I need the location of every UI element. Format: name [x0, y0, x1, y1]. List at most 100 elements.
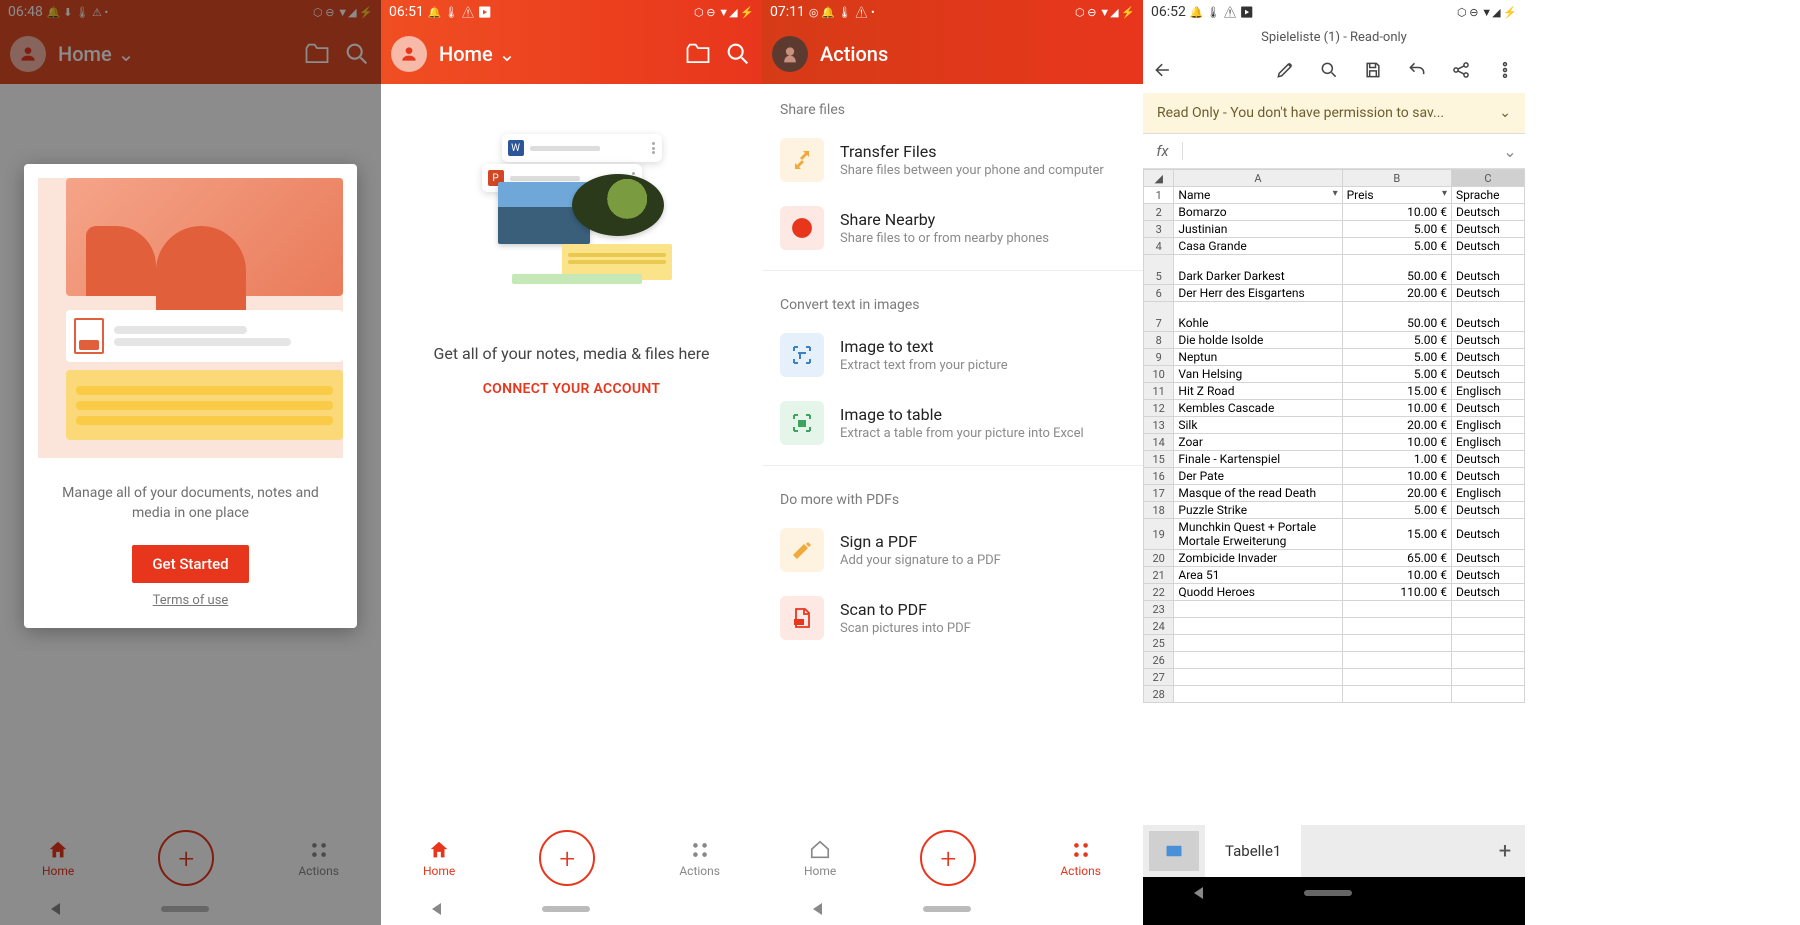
status-bar: 07:11◎ 🔔 🌡 ⚠ • ⬡ ⊖ ▼◢ ⚡	[762, 0, 1143, 24]
add-sheet-button[interactable]: +	[1485, 839, 1525, 864]
action-transfer-files[interactable]: Transfer FilesShare files between your p…	[762, 126, 1143, 194]
fab-create[interactable]: +	[539, 830, 595, 886]
more-icon[interactable]	[1495, 60, 1515, 84]
table-row[interactable]: 26	[1144, 652, 1525, 669]
table-row[interactable]: 19Munchkin Quest + Portale Mortale Erwei…	[1144, 519, 1525, 550]
sheet-view-icon[interactable]	[1149, 831, 1199, 871]
chevron-down-icon: ⌄	[1499, 105, 1511, 121]
table-row[interactable]: 9Neptun5.00 €Deutsch	[1144, 349, 1525, 366]
section-pdf: Do more with PDFs	[762, 474, 1143, 516]
image-table-icon	[780, 401, 824, 445]
table-row[interactable]: 16Der Pate10.00 €Deutsch	[1144, 468, 1525, 485]
table-row[interactable]: 6Der Herr des Eisgartens20.00 €Deutsch	[1144, 285, 1525, 302]
modal-message: Manage all of your documents, notes and …	[24, 472, 357, 535]
table-row[interactable]: 10Van Helsing5.00 €Deutsch	[1144, 366, 1525, 383]
formula-bar: fx ⌄	[1143, 133, 1525, 169]
fab-create[interactable]: +	[920, 830, 976, 886]
search-icon[interactable]	[1319, 60, 1339, 84]
col-header-c[interactable]: C	[1452, 170, 1525, 187]
action-scan-pdf[interactable]: Scan to PDFScan pictures into PDF	[762, 584, 1143, 652]
table-row[interactable]: 24	[1144, 618, 1525, 635]
readonly-banner[interactable]: Read Only - You don't have permission to…	[1143, 93, 1525, 133]
table-row[interactable]: 12Kembles Cascade10.00 €Deutsch	[1144, 400, 1525, 417]
section-convert: Convert text in images	[762, 279, 1143, 321]
pen-icon[interactable]	[1275, 60, 1295, 84]
toolbar	[1143, 51, 1525, 93]
table-row[interactable]: 21Area 5110.00 €Deutsch	[1144, 567, 1525, 584]
table-row[interactable]: 18Puzzle Strike5.00 €Deutsch	[1144, 502, 1525, 519]
table-row[interactable]: 14Zoar10.00 €Englisch	[1144, 434, 1525, 451]
system-nav	[381, 893, 762, 925]
table-row[interactable]: 5Dark Darker Darkest50.00 €Deutsch	[1144, 255, 1525, 285]
table-row[interactable]: 22Quodd Heroes110.00 €Deutsch	[1144, 584, 1525, 601]
fx-label: fx	[1143, 142, 1183, 160]
back-button[interactable]	[432, 903, 441, 915]
action-image-to-text[interactable]: Image to textExtract text from your pict…	[762, 321, 1143, 389]
table-row[interactable]: 28	[1144, 686, 1525, 703]
sheet-tab-1[interactable]: Tabelle1	[1205, 825, 1301, 877]
home-pill[interactable]	[1304, 890, 1352, 896]
nav-actions[interactable]: Actions	[1060, 839, 1101, 878]
table-row[interactable]: 20Zombicide Invader65.00 €Deutsch	[1144, 550, 1525, 567]
status-bar: 06:52🔔 🌡 ⚠ ▶ ⬡ ⊖ ▼◢ ⚡	[1143, 0, 1525, 24]
table-row[interactable]: 11Hit Z Road15.00 €Englisch	[1144, 383, 1525, 400]
action-sign-pdf[interactable]: Sign a PDFAdd your signature to a PDF	[762, 516, 1143, 584]
bottom-nav: Home + Actions	[381, 823, 762, 893]
action-image-to-table[interactable]: Image to tableExtract a table from your …	[762, 389, 1143, 457]
chevron-down-icon[interactable]: ⌄	[1495, 142, 1525, 161]
folder-icon[interactable]	[684, 40, 712, 68]
table-row[interactable]: 7Kohle50.00 €Deutsch	[1144, 302, 1525, 332]
avatar[interactable]	[772, 36, 808, 72]
home-pill[interactable]	[923, 906, 971, 912]
onboarding-modal: Manage all of your documents, notes and …	[24, 164, 357, 628]
terms-link[interactable]: Terms of use	[24, 593, 357, 608]
sign-icon	[780, 528, 824, 572]
back-button[interactable]	[1194, 887, 1203, 899]
table-row[interactable]: 13Silk20.00 €Englisch	[1144, 417, 1525, 434]
page-title: Actions	[820, 42, 888, 66]
search-icon[interactable]	[724, 40, 752, 68]
home-pill[interactable]	[542, 906, 590, 912]
select-all-cell[interactable]: ◢	[1144, 170, 1174, 187]
image-text-icon	[780, 333, 824, 377]
sheet-tabs: Tabelle1 +	[1143, 825, 1525, 877]
scan-icon	[780, 596, 824, 640]
app-header: Home⌄	[381, 24, 762, 84]
app-header: Actions	[762, 24, 1143, 84]
system-nav	[1143, 877, 1525, 909]
bottom-nav: Home + Actions	[762, 823, 1143, 893]
back-icon[interactable]	[1153, 60, 1173, 84]
get-started-button[interactable]: Get Started	[132, 545, 248, 583]
chevron-down-icon[interactable]: ⌄	[499, 42, 516, 66]
back-button[interactable]	[813, 903, 822, 915]
table-row[interactable]: 23	[1144, 601, 1525, 618]
action-share-nearby[interactable]: Share NearbyShare files to or from nearb…	[762, 194, 1143, 262]
nav-home[interactable]: Home	[423, 839, 455, 878]
col-header-a[interactable]: A	[1174, 170, 1342, 187]
table-row[interactable]: 15Finale - Kartenspiel1.00 €Deutsch	[1144, 451, 1525, 468]
share-icon[interactable]	[1451, 60, 1471, 84]
table-row[interactable]: 8Die holde Isolde5.00 €Deutsch	[1144, 332, 1525, 349]
modal-illustration	[38, 178, 343, 458]
nearby-icon	[780, 206, 824, 250]
nav-home[interactable]: Home	[804, 839, 836, 878]
transfer-icon	[780, 138, 824, 182]
table-row[interactable]: 25	[1144, 635, 1525, 652]
table-row[interactable]: 2Bomarzo10.00 €Deutsch	[1144, 204, 1525, 221]
avatar[interactable]	[391, 36, 427, 72]
connect-account-link[interactable]: CONNECT YOUR ACCOUNT	[381, 381, 762, 397]
files-illustration	[381, 104, 762, 324]
undo-icon[interactable]	[1407, 60, 1427, 84]
table-row[interactable]: 17Masque of the read Death20.00 €Englisc…	[1144, 485, 1525, 502]
spreadsheet-grid[interactable]: ◢ABC 1Name▾Preis▾Sprache 2Bomarzo10.00 €…	[1143, 169, 1525, 825]
col-header-b[interactable]: B	[1342, 170, 1451, 187]
system-nav	[762, 893, 1143, 925]
document-title: Spieleliste (1) - Read-only	[1143, 24, 1525, 51]
table-row[interactable]: 27	[1144, 669, 1525, 686]
page-title[interactable]: Home	[439, 42, 493, 66]
table-row[interactable]: 4Casa Grande5.00 €Deutsch	[1144, 238, 1525, 255]
status-bar: 06:51🔔 🌡 ⚠ ▶ ⬡ ⊖ ▼◢ ⚡	[381, 0, 762, 24]
table-row[interactable]: 3Justinian5.00 €Deutsch	[1144, 221, 1525, 238]
save-icon[interactable]	[1363, 60, 1383, 84]
nav-actions[interactable]: Actions	[679, 839, 720, 878]
